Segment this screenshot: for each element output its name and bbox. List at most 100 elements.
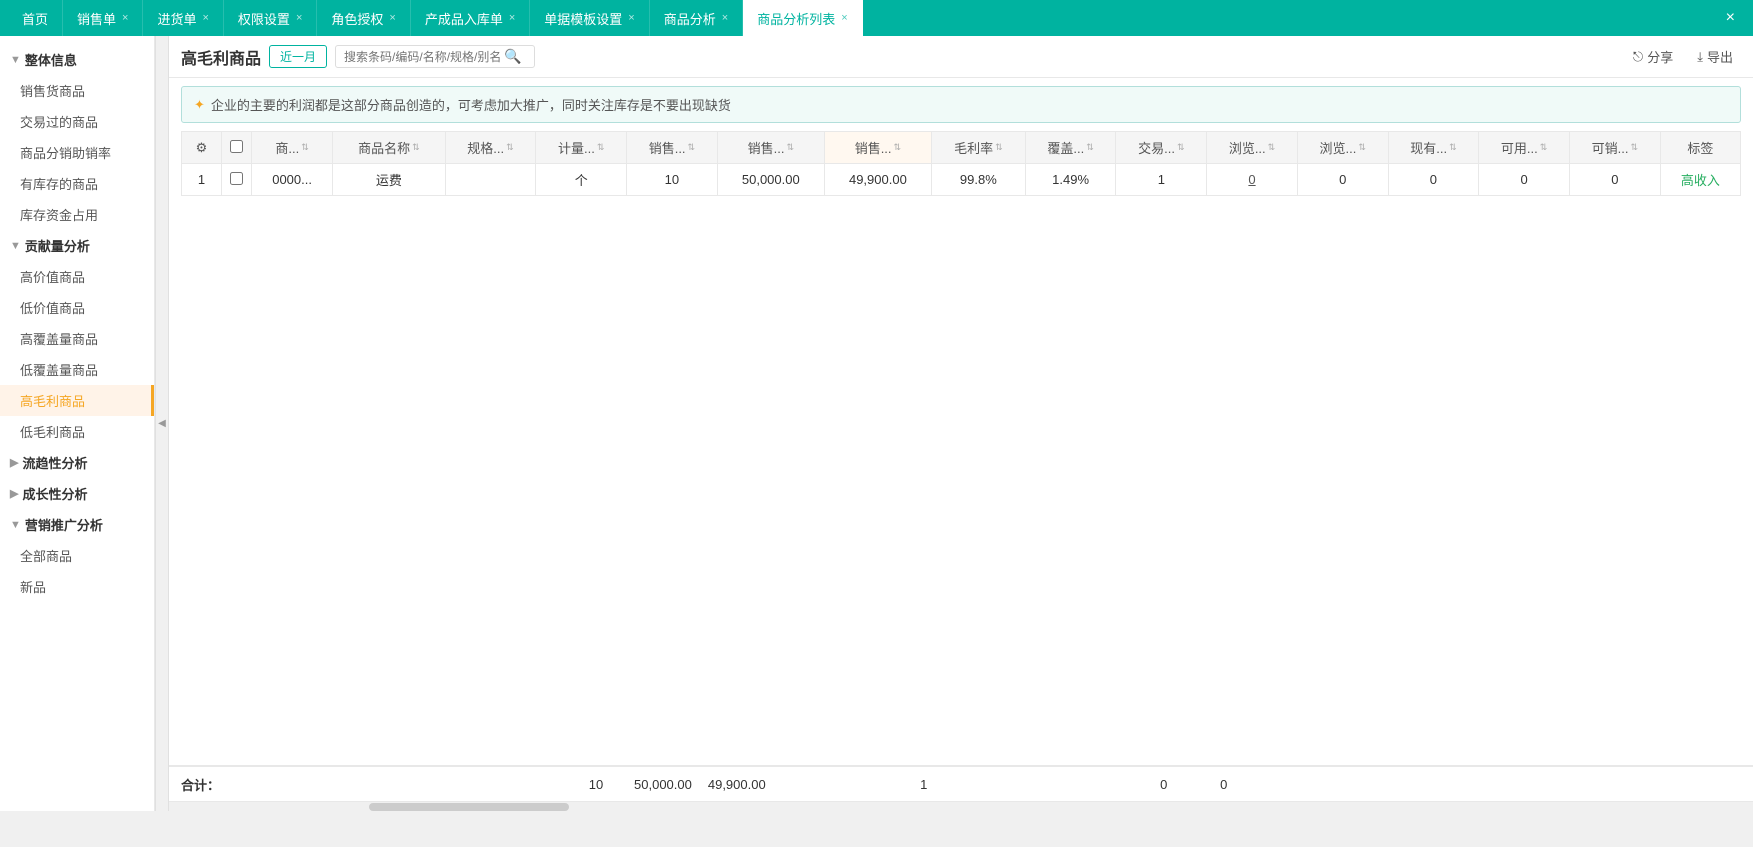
td-tag: 高收入 [1660, 164, 1740, 196]
footer-total-bar: 合计： 10 50,000.00 49,900.00 1 0 0 [169, 765, 1753, 801]
td-check[interactable] [222, 164, 252, 196]
sort-icon-available: ⇅ [1540, 142, 1548, 153]
th-view1[interactable]: 浏览... ⇅ [1207, 132, 1298, 164]
sort-icon-sale-count: ⇅ [688, 142, 696, 153]
sidebar-group-overview[interactable]: ▼ 整体信息 [0, 44, 154, 75]
td-num: 1 [182, 164, 222, 196]
search-icon[interactable]: 🔍 [504, 48, 521, 65]
sidebar-group-trend[interactable]: ▶ 流趋性分析 [0, 447, 154, 478]
th-code[interactable]: 商... ⇅ [252, 132, 333, 164]
nav-template-close[interactable]: × [628, 12, 634, 24]
gear-icon[interactable]: ⚙ [196, 140, 208, 156]
th-available[interactable]: 可用... ⇅ [1479, 132, 1570, 164]
td-current-stock: 0 [1388, 164, 1479, 196]
footer-available: 0 [1134, 777, 1194, 792]
sidebar: ▼ 整体信息 销售货商品 交易过的商品 商品分销助销率 有库存的商品 库存资金占… [0, 36, 155, 811]
th-saleable[interactable]: 可销... ⇅ [1569, 132, 1660, 164]
sidebar-item-traded-goods[interactable]: 交易过的商品 [0, 106, 154, 137]
sort-icon-trade: ⇅ [1177, 142, 1185, 153]
sidebar-item-stock-capital[interactable]: 库存资金占用 [0, 199, 154, 230]
tip-bar: ✦ 企业的主要的利润都是这部分商品创造的，可考虑加大推广，同时关注库存是不要出现… [181, 86, 1741, 123]
sidebar-wrapper: ▼ 整体信息 销售货商品 交易过的商品 商品分销助销率 有库存的商品 库存资金占… [0, 36, 169, 811]
horizontal-scrollbar[interactable] [169, 801, 1753, 811]
th-sale-count[interactable]: 销售... ⇅ [627, 132, 718, 164]
th-tag[interactable]: 标签 [1660, 132, 1740, 164]
nav-sales-close[interactable]: × [122, 12, 128, 24]
sort-icon-gross-margin: ⇅ [995, 142, 1003, 153]
arrow-growth: ▶ [10, 487, 18, 500]
sort-icon-sale-amt: ⇅ [786, 142, 794, 153]
th-sale-profit[interactable]: 销售... ⇅ [824, 132, 931, 164]
footer-trade: 1 [894, 777, 954, 792]
nav-purchase[interactable]: 进货单 × [143, 0, 223, 36]
nav-analysis[interactable]: 商品分析 × [650, 0, 743, 36]
sidebar-item-low-value[interactable]: 低价值商品 [0, 292, 154, 323]
footer-sale-amt: 50,000.00 [626, 777, 700, 792]
nav-purchase-close[interactable]: × [202, 12, 208, 24]
sidebar-item-all-goods[interactable]: 全部商品 [0, 540, 154, 571]
table-row: 1 0000... 运费 个 10 50,000.00 49,900.00 99… [182, 164, 1741, 196]
sort-icon-spec: ⇅ [506, 142, 514, 153]
sidebar-group-marketing[interactable]: ▼ 营销推广分析 [0, 509, 154, 540]
td-saleable: 0 [1569, 164, 1660, 196]
sidebar-item-high-margin[interactable]: 高毛利商品 [0, 385, 154, 416]
sidebar-item-high-coverage[interactable]: 高覆盖量商品 [0, 323, 154, 354]
nav-template[interactable]: 单据模板设置 × [530, 0, 649, 36]
share-button[interactable]: ⎋ 分享 [1625, 44, 1681, 69]
th-coverage[interactable]: 覆盖... ⇅ [1025, 132, 1116, 164]
nav-sales[interactable]: 销售单 × [63, 0, 143, 36]
th-gross-margin[interactable]: 毛利率 ⇅ [931, 132, 1025, 164]
filter-recent-month-button[interactable]: 近一月 [269, 45, 327, 68]
th-name[interactable]: 商品名称 ⇅ [333, 132, 445, 164]
th-unit[interactable]: 计量... ⇅ [536, 132, 627, 164]
nav-role-close[interactable]: × [389, 12, 395, 24]
nav-permission-close[interactable]: × [296, 12, 302, 24]
nav-analysis-close[interactable]: × [722, 12, 728, 24]
sidebar-group-contribution[interactable]: ▼ 贡献量分析 [0, 230, 154, 261]
sidebar-collapse-handle[interactable]: ◀ [155, 36, 169, 811]
row-checkbox[interactable] [230, 172, 243, 185]
nav-home[interactable]: 首页 [8, 0, 63, 36]
nav-inbound[interactable]: 产成品入库单 × [411, 0, 530, 36]
td-code: 0000... [252, 164, 333, 196]
nav-analysis-list[interactable]: 商品分析列表 × [743, 0, 862, 36]
th-spec[interactable]: 规格... ⇅ [445, 132, 536, 164]
sort-icon-saleable: ⇅ [1630, 142, 1638, 153]
sort-icon-unit: ⇅ [597, 142, 605, 153]
sidebar-item-low-margin[interactable]: 低毛利商品 [0, 416, 154, 447]
footer-label: 合计： [181, 775, 220, 794]
sidebar-item-stock-goods[interactable]: 有库存的商品 [0, 168, 154, 199]
sidebar-item-high-value[interactable]: 高价值商品 [0, 261, 154, 292]
select-all-checkbox[interactable] [230, 140, 243, 153]
sidebar-item-low-coverage[interactable]: 低覆盖量商品 [0, 354, 154, 385]
th-trade[interactable]: 交易... ⇅ [1116, 132, 1207, 164]
nav-permission[interactable]: 权限设置 × [224, 0, 317, 36]
th-sale-amt[interactable]: 销售... ⇅ [717, 132, 824, 164]
nav-analysis-list-close[interactable]: × [841, 12, 847, 24]
th-current-stock[interactable]: 现有... ⇅ [1388, 132, 1479, 164]
td-sale-count: 10 [627, 164, 718, 196]
search-input[interactable] [344, 50, 504, 64]
export-icon: ⤓ [1697, 49, 1703, 65]
td-sale-amt: 50,000.00 [717, 164, 824, 196]
th-check [222, 132, 252, 164]
sidebar-group-growth[interactable]: ▶ 成长性分析 [0, 478, 154, 509]
footer-total: 合计： 10 50,000.00 49,900.00 1 0 0 [181, 775, 1741, 794]
window-close-button[interactable]: × [1716, 9, 1745, 27]
sidebar-item-sales-goods[interactable]: 销售货商品 [0, 75, 154, 106]
table-container[interactable]: ⚙ 商... ⇅ 商品名称 [169, 131, 1753, 765]
td-coverage: 1.49% [1025, 164, 1116, 196]
sort-icon-code: ⇅ [301, 142, 309, 153]
sort-icon-sale-profit: ⇅ [894, 142, 902, 153]
content-area: 高毛利商品 近一月 🔍 ⎋ 分享 ⤓ 导出 ✦ 企业的主要的利润都是这部分商品创… [169, 36, 1753, 811]
nav-role[interactable]: 角色授权 × [317, 0, 410, 36]
export-button[interactable]: ⤓ 导出 [1689, 44, 1741, 69]
sidebar-item-new-goods[interactable]: 新品 [0, 571, 154, 602]
top-navigation: 首页 销售单 × 进货单 × 权限设置 × 角色授权 × 产成品入库单 × 单据… [0, 0, 1753, 36]
scroll-thumb[interactable] [369, 803, 569, 811]
sidebar-item-distribution[interactable]: 商品分销助销率 [0, 137, 154, 168]
nav-inbound-close[interactable]: × [509, 12, 515, 24]
arrow-contribution: ▼ [10, 240, 21, 252]
td-view1[interactable]: 0 [1207, 164, 1298, 196]
th-view2[interactable]: 浏览... ⇅ [1297, 132, 1388, 164]
